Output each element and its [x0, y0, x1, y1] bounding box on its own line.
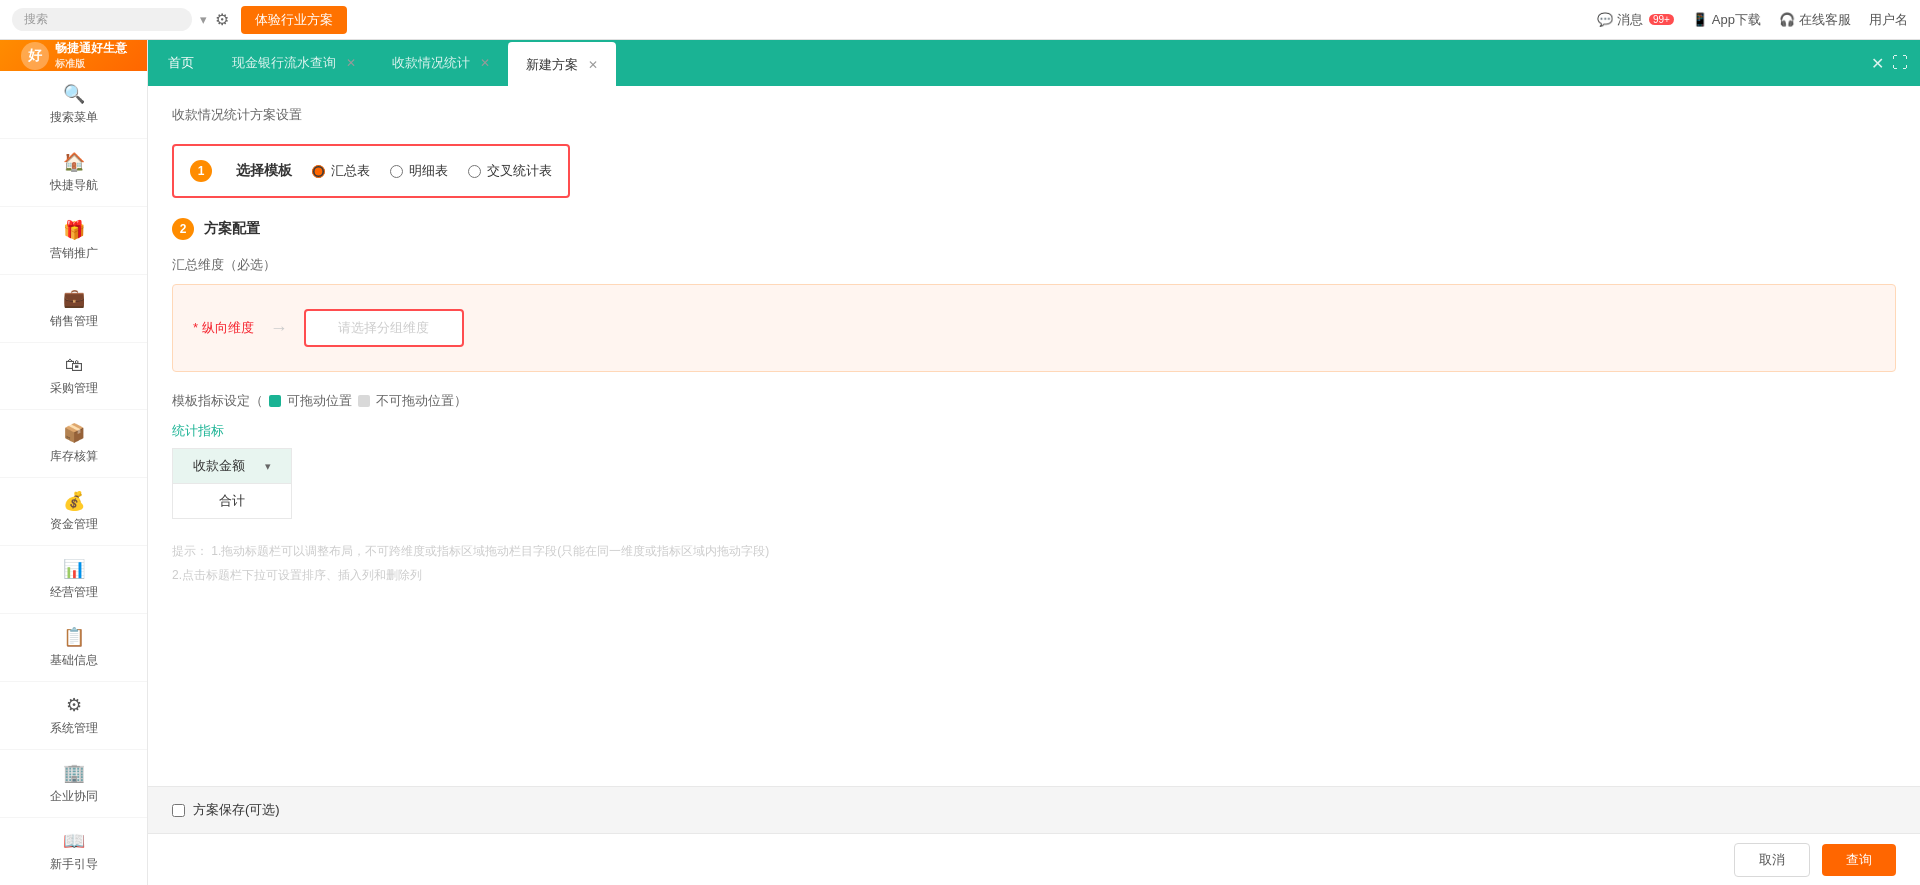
tab-cashbank[interactable]: 现金银行流水查询 ✕	[214, 40, 374, 86]
sidebar-item-quicknav[interactable]: 🏠 快捷导航	[0, 139, 147, 207]
dimension-row: * 纵向维度 → 请选择分组维度	[193, 309, 1875, 347]
logo-text: 畅捷通好生意 标准版	[55, 40, 127, 71]
metrics-table: 收款金额 ▾ 合计	[172, 448, 292, 519]
dimension-area: * 纵向维度 → 请选择分组维度	[172, 284, 1896, 372]
step2-num: 2	[172, 218, 194, 240]
radio-cross[interactable]: 交叉统计表	[468, 162, 552, 180]
close-window-icon[interactable]: ✕	[1871, 54, 1884, 73]
purchase-icon: 🛍	[65, 355, 83, 376]
cancel-button[interactable]: 取消	[1734, 843, 1810, 877]
tab-home[interactable]: 首页	[148, 54, 214, 72]
footer-bar: 取消 查询	[148, 833, 1920, 885]
radio-cross-input[interactable]	[468, 165, 481, 178]
finance-icon: 💰	[63, 490, 85, 512]
sidebar-item-enterprise[interactable]: 🏢 企业协同	[0, 750, 147, 818]
tab-close-newplan[interactable]: ✕	[588, 58, 598, 72]
page-inner: 收款情况统计方案设置 1 选择模板 汇总表 明细表	[148, 86, 1920, 786]
step1-label: 选择模板	[236, 162, 292, 180]
radio-detail[interactable]: 明细表	[390, 162, 448, 180]
tab-close-receipts[interactable]: ✕	[480, 56, 490, 70]
topbar-right: 💬 消息 99+ 📱 App下载 🎧 在线客服 用户名	[1597, 11, 1908, 29]
tab-bar: 首页 现金银行流水查询 ✕ 收款情况统计 ✕ 新建方案 ✕ ✕ ⛶	[148, 40, 1920, 86]
plan-config-header: 2 方案配置	[172, 218, 1896, 240]
step2-label: 方案配置	[204, 220, 260, 238]
template-radio-group: 汇总表 明细表 交叉统计表	[312, 162, 552, 180]
sidebar-item-guide[interactable]: 📖 新手引导	[0, 818, 147, 885]
guide-icon: 📖	[63, 830, 85, 852]
draggable-dot	[269, 395, 281, 407]
step1-num: 1	[190, 160, 212, 182]
search-box: 搜索	[12, 8, 192, 31]
sidebar-logo: 好 畅捷通好生意 标准版	[0, 40, 147, 71]
sidebar-item-search[interactable]: 🔍 搜索菜单	[0, 71, 147, 139]
sidebar-item-inventory[interactable]: 📦 库存核算	[0, 410, 147, 478]
metrics-col-header[interactable]: 收款金额 ▾	[173, 449, 291, 484]
sidebar-item-purchase[interactable]: 🛍 采购管理	[0, 343, 147, 410]
app-download-button[interactable]: 📱 App下载	[1692, 11, 1761, 29]
template-section: 1 选择模板 汇总表 明细表 交叉统计表	[172, 144, 570, 198]
content-area: 首页 现金银行流水查询 ✕ 收款情况统计 ✕ 新建方案 ✕ ✕ ⛶ 收款情况统	[148, 40, 1920, 885]
top-bar: 搜索 ▾ ⚙ 体验行业方案 💬 消息 99+ 📱 App下载 🎧 在线客服 用户…	[0, 0, 1920, 40]
save-section: 方案保存(可选)	[148, 786, 1920, 833]
home-icon: 🏠	[63, 151, 85, 173]
tips-section: 提示： 1.拖动标题栏可以调整布局，不可跨维度或指标区域拖动栏目字段(只能在同一…	[172, 539, 1896, 587]
message-button[interactable]: 💬 消息 99+	[1597, 11, 1674, 29]
metrics-config-row: 模板指标设定（ 可拖动位置 不可拖动位置）	[172, 392, 1896, 410]
metrics-cell-total: 合计	[173, 484, 291, 518]
page-content: 收款情况统计方案设置 1 选择模板 汇总表 明细表	[148, 86, 1920, 786]
inventory-icon: 📦	[63, 422, 85, 444]
breadcrumb: 收款情况统计方案设置	[172, 106, 1896, 124]
tip-item-2: 2.点击标题栏下拉可设置排序、插入列和删除列	[172, 563, 1896, 587]
online-service-button[interactable]: 🎧 在线客服	[1779, 11, 1851, 29]
metrics-section: 统计指标 收款金额 ▾ 合计	[172, 422, 1896, 519]
tab-newplan[interactable]: 新建方案 ✕	[508, 42, 616, 88]
user-name[interactable]: 用户名	[1869, 11, 1908, 29]
sidebar-item-basic-info[interactable]: 📋 基础信息	[0, 614, 147, 682]
search-menu-icon: 🔍	[63, 83, 85, 105]
radio-detail-input[interactable]	[390, 165, 403, 178]
tab-close-cashbank[interactable]: ✕	[346, 56, 356, 70]
system-icon: ⚙	[66, 694, 82, 716]
radio-summary[interactable]: 汇总表	[312, 162, 370, 180]
dropdown-icon[interactable]: ▾	[200, 12, 207, 27]
sidebar-item-sales[interactable]: 💼 销售管理	[0, 275, 147, 343]
query-button[interactable]: 查询	[1822, 844, 1896, 876]
sidebar-item-marketing[interactable]: 🎁 营销推广	[0, 207, 147, 275]
stats-label: 统计指标	[172, 422, 1896, 440]
save-checkbox[interactable]	[172, 804, 185, 817]
sidebar: 好 畅捷通好生意 标准版 🔍 搜索菜单 🏠 快捷导航 🎁 营销推广 💼 销售管理…	[0, 40, 148, 885]
sales-icon: 💼	[63, 287, 85, 309]
dimension-arrow-icon: →	[270, 318, 288, 339]
vertical-dimension-label: * 纵向维度	[193, 319, 254, 337]
metrics-chevron-icon: ▾	[265, 460, 271, 473]
trial-button[interactable]: 体验行业方案	[241, 6, 347, 34]
basic-info-icon: 📋	[63, 626, 85, 648]
save-label: 方案保存(可选)	[193, 801, 280, 819]
dimension-select-box[interactable]: 请选择分组维度	[304, 309, 464, 347]
tab-bar-right: ✕ ⛶	[1871, 54, 1920, 73]
marketing-icon: 🎁	[63, 219, 85, 241]
sidebar-item-operations[interactable]: 📊 经营管理	[0, 546, 147, 614]
radio-summary-input[interactable]	[312, 165, 325, 178]
operations-icon: 📊	[63, 558, 85, 580]
dimension-group-label: 汇总维度（必选）	[172, 256, 1896, 274]
not-draggable-dot	[358, 395, 370, 407]
maximize-icon[interactable]: ⛶	[1892, 54, 1908, 72]
sidebar-item-finance[interactable]: 💰 资金管理	[0, 478, 147, 546]
sidebar-item-system[interactable]: ⚙ 系统管理	[0, 682, 147, 750]
main-layout: 好 畅捷通好生意 标准版 🔍 搜索菜单 🏠 快捷导航 🎁 营销推广 💼 销售管理…	[0, 40, 1920, 885]
tab-receipts[interactable]: 收款情况统计 ✕	[374, 40, 508, 86]
tip-item-1: 提示： 1.拖动标题栏可以调整布局，不可跨维度或指标区域拖动栏目字段(只能在同一…	[172, 539, 1896, 563]
logo-icon: 好	[21, 42, 49, 70]
gear-icon[interactable]: ⚙	[215, 10, 229, 29]
enterprise-icon: 🏢	[63, 762, 85, 784]
message-badge: 99+	[1649, 14, 1674, 25]
